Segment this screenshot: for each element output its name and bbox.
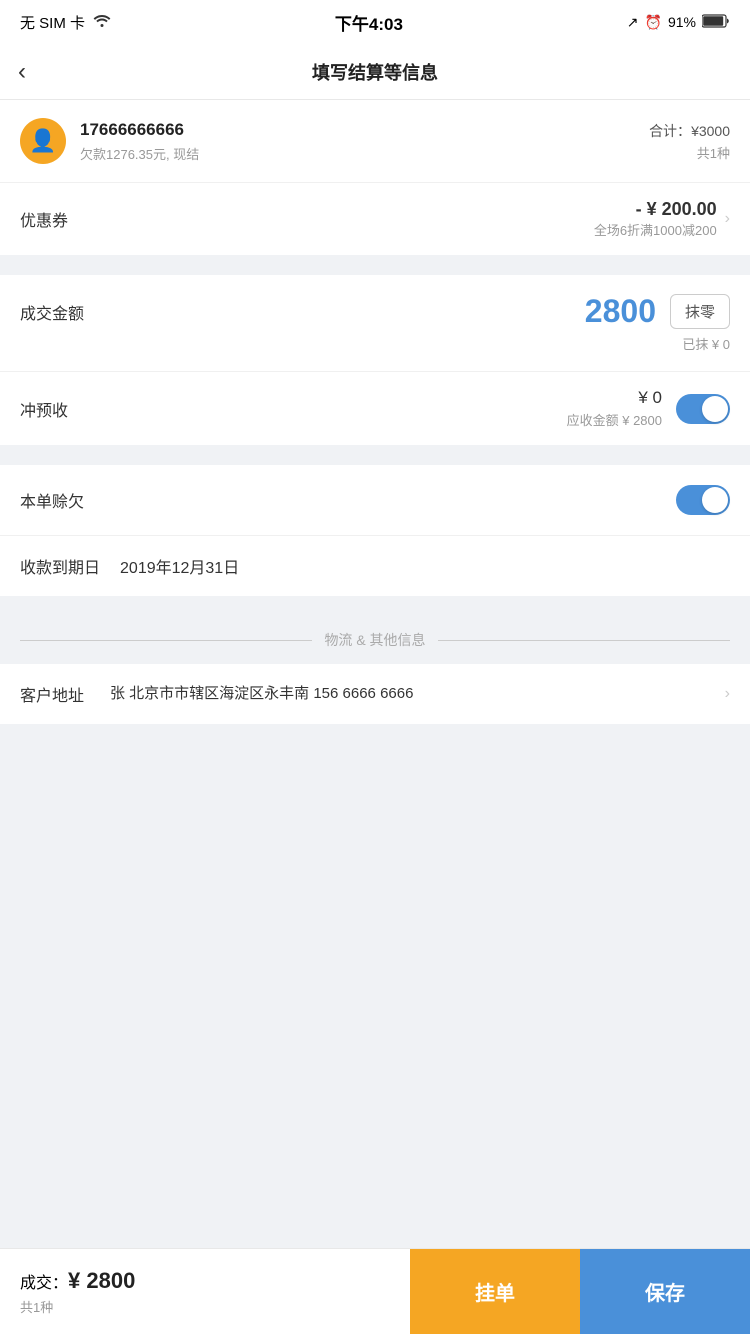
bottom-summary: 成交：¥ 2800 共1种: [0, 1268, 410, 1316]
nav-bar: ‹ 填写结算等信息: [0, 44, 750, 100]
back-button[interactable]: ‹: [18, 58, 26, 86]
prepay-label: 冲预收: [20, 397, 68, 421]
bottom-bar: 成交：¥ 2800 共1种 挂单 保存: [0, 1248, 750, 1334]
deal-sub: 已抹 ¥ 0: [20, 334, 730, 353]
customer-phone: 17666666666: [80, 120, 199, 140]
status-bar: 无 SIM 卡 下午4:03 ↗ ⏰ 91%: [0, 0, 750, 44]
debt-card: 本单赊欠 收款到期日 2019年12月31日: [0, 465, 750, 596]
coupon-right: - ¥ 200.00 全场6折满1000减200 ›: [594, 199, 730, 239]
duedate-value: 2019年12月31日: [120, 554, 239, 578]
section-gap-2: [0, 455, 750, 465]
address-row[interactable]: 客户地址 张 北京市市辖区海淀区永丰南 156 6666 6666 ›: [0, 664, 750, 724]
duedate-row: 收款到期日 2019年12月31日: [0, 535, 750, 596]
prepay-amounts: ¥ 0 应收金额 ¥ 2800: [567, 388, 662, 429]
customer-left: 👤 17666666666 欠款1276.35元, 现结: [20, 118, 199, 164]
divider-text: 物流 & 其他信息: [324, 630, 425, 650]
debt-row: 本单赊欠: [0, 465, 750, 535]
coupon-chevron: ›: [725, 210, 730, 228]
bottom-deal-price: ¥ 2800: [68, 1268, 135, 1293]
total-count: 共1种: [649, 143, 730, 162]
deal-row: 成交金额 2800 抹零: [20, 293, 730, 330]
customer-card: 👤 17666666666 欠款1276.35元, 现结 合计：¥3000 共1…: [0, 100, 750, 255]
battery-icon: [702, 14, 730, 31]
coupon-label: 优惠券: [20, 207, 68, 231]
status-left: 无 SIM 卡: [20, 12, 111, 33]
debt-label: 本单赊欠: [20, 488, 84, 512]
debt-toggle[interactable]: [676, 485, 730, 515]
wifi-icon: [93, 13, 111, 31]
deal-label: 成交金额: [20, 300, 84, 324]
save-button[interactable]: 保存: [580, 1249, 750, 1334]
customer-right: 合计：¥3000 共1种: [649, 121, 730, 162]
hold-button[interactable]: 挂单: [410, 1249, 580, 1334]
divider-line-right: [438, 640, 730, 641]
prepay-toggle[interactable]: [676, 394, 730, 424]
coupon-discount: - ¥ 200.00: [594, 199, 717, 220]
coupon-desc: 全场6折满1000减200: [594, 220, 717, 239]
bottom-deal-count: 共1种: [20, 1297, 390, 1316]
location-icon: ↗: [627, 14, 639, 31]
prepay-sub-amount: 应收金额 ¥ 2800: [567, 410, 662, 429]
customer-info: 17666666666 欠款1276.35元, 现结: [80, 120, 199, 163]
address-card: 客户地址 张 北京市市辖区海淀区永丰南 156 6666 6666 ›: [0, 664, 750, 724]
coupon-row[interactable]: 优惠券 - ¥ 200.00 全场6折满1000减200 ›: [0, 182, 750, 255]
customer-row: 👤 17666666666 欠款1276.35元, 现结 合计：¥3000 共1…: [0, 100, 750, 182]
customer-debt: 欠款1276.35元, 现结: [80, 144, 199, 163]
divider-section: 物流 & 其他信息: [0, 616, 750, 664]
total-label: 合计：¥3000: [649, 121, 730, 141]
deal-amount-value: 2800: [585, 293, 656, 330]
battery-label: 91%: [668, 14, 696, 30]
total-amount: ¥3000: [691, 123, 730, 139]
empty-area: [0, 734, 750, 934]
alarm-icon: ⏰: [645, 14, 662, 31]
deal-right: 2800 抹零: [585, 293, 730, 330]
avatar: 👤: [20, 118, 66, 164]
prepay-row: 冲预收 ¥ 0 应收金额 ¥ 2800: [0, 371, 750, 445]
nav-title: 填写结算等信息: [312, 59, 438, 85]
deal-amount-section: 成交金额 2800 抹零 已抹 ¥ 0: [0, 275, 750, 371]
prepay-main-amount: ¥ 0: [567, 388, 662, 408]
section-gap-3: [0, 606, 750, 616]
divider-line-left: [20, 640, 312, 641]
avatar-icon: 👤: [29, 128, 56, 154]
bottom-deal-label: 成交：¥ 2800: [20, 1268, 390, 1294]
main-content: 👤 17666666666 欠款1276.35元, 现结 合计：¥3000 共1…: [0, 100, 750, 1024]
status-right: ↗ ⏰ 91%: [627, 14, 730, 31]
carrier-label: 无 SIM 卡: [20, 12, 85, 33]
address-value: 张 北京市市辖区海淀区永丰南 156 6666 6666: [110, 683, 725, 706]
address-label: 客户地址: [20, 682, 90, 706]
prepay-right: ¥ 0 应收金额 ¥ 2800: [567, 388, 730, 429]
status-time: 下午4:03: [335, 10, 403, 35]
address-chevron: ›: [725, 685, 730, 703]
section-gap-1: [0, 265, 750, 275]
bottom-deal-text: 成交：: [20, 1275, 68, 1292]
round-btn[interactable]: 抹零: [670, 294, 730, 329]
duedate-label: 收款到期日: [20, 554, 100, 578]
total-label-text: 合计：: [649, 123, 691, 139]
